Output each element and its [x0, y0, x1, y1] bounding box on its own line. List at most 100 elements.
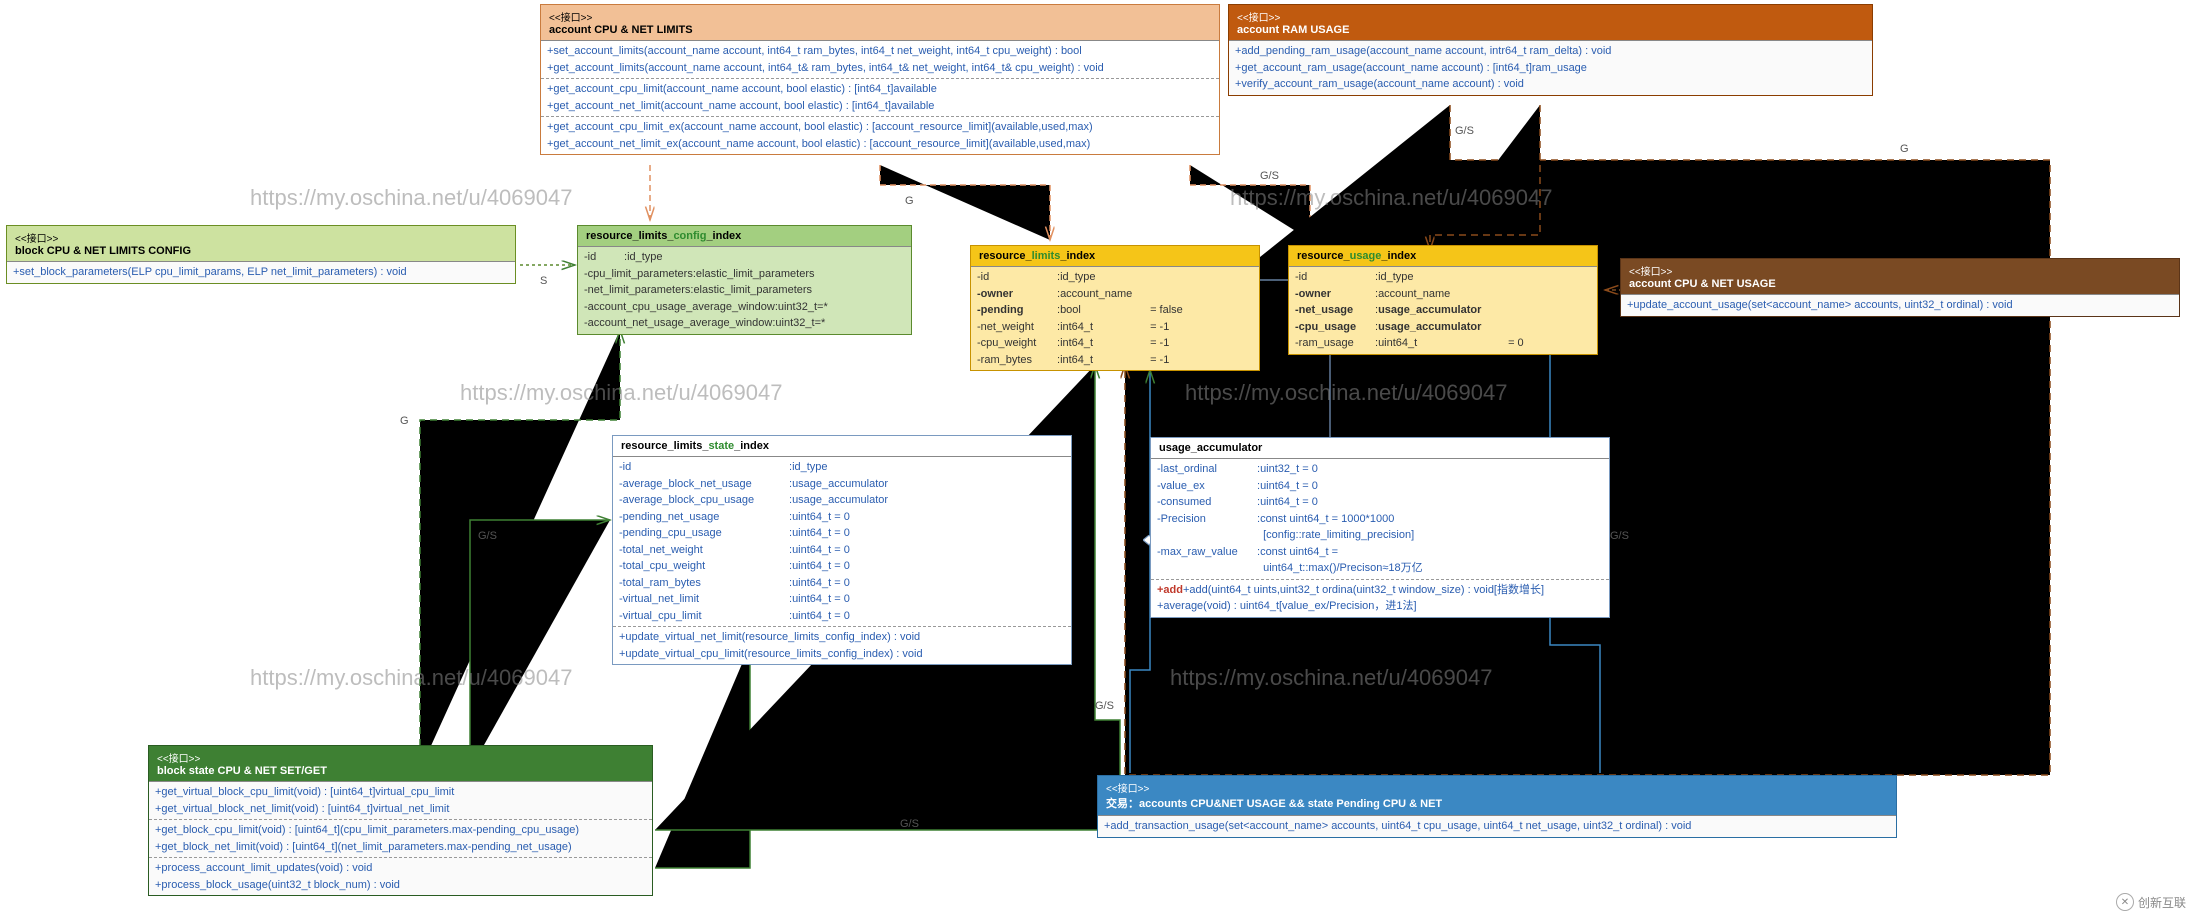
class-title: block state CPU & NET SET/GET — [157, 765, 644, 777]
edge-label: S — [540, 275, 547, 287]
attr-type: uint64_t — [1378, 335, 1508, 352]
attr-type: uint64_t = 0 — [792, 542, 850, 559]
attr-type: account_name — [1378, 286, 1450, 303]
op: +process_block_usage(uint32_t block_num)… — [155, 877, 646, 894]
attr-type: uint64_t = 0 — [1260, 478, 1318, 495]
class-config-index: resource_limits_config_index -id : id_ty… — [577, 225, 912, 335]
attr-type: id_type — [627, 249, 662, 266]
attr: -total_cpu_weight — [619, 558, 789, 575]
op: +update_virtual_net_limit(resource_limit… — [619, 629, 1065, 646]
attr-type: uint64_t = 0 — [792, 525, 850, 542]
title-part: _index — [734, 440, 769, 452]
class-account-cpu-net-usage: <<接口>> account CPU & NET USAGE +update_a… — [1620, 258, 2180, 317]
attr-val: = -1 — [1150, 352, 1169, 369]
attr-type: uint64_t = 0 — [792, 558, 850, 575]
attr-type: uint64_t::max()/Precison≈18万亿 — [1263, 560, 1423, 577]
attr: -average_block_cpu_usage — [619, 492, 789, 509]
op: +get_virtual_block_cpu_limit(void) : [ui… — [155, 784, 646, 801]
op: +get_block_net_limit(void) : [uint64_t](… — [155, 839, 646, 856]
op: +get_account_cpu_limit_ex(account_name a… — [547, 119, 1213, 136]
edge-label: G/S — [1095, 700, 1114, 712]
attr: -consumed — [1157, 494, 1257, 511]
op: +get_virtual_block_net_limit(void) : [ui… — [155, 801, 646, 818]
edge-label: G/S — [1455, 125, 1474, 137]
class-usage-index: resource_usage_index -id : id_type -owne… — [1288, 245, 1598, 355]
op: +update_virtual_cpu_limit(resource_limit… — [619, 646, 1065, 663]
class-account-ram-usage: <<接口>> account RAM USAGE +add_pending_ra… — [1228, 4, 1873, 96]
class-block-state-set-get: <<接口>> block state CPU & NET SET/GET +ge… — [148, 745, 653, 896]
title-part: usage — [1350, 250, 1382, 262]
attr-type: account_name — [1060, 286, 1150, 303]
class-title: 交易：accounts CPU&NET USAGE && state Pendi… — [1106, 795, 1888, 811]
class-limits-index: resource_limits_index -id : id_type -own… — [970, 245, 1260, 371]
attr: -virtual_cpu_limit — [619, 608, 789, 625]
op: +verify_account_ram_usage(account_name a… — [1235, 76, 1866, 93]
attr-type: uint64_t = 0 — [792, 608, 850, 625]
watermark: https://my.oschina.net/u/4069047 — [1185, 380, 1507, 406]
attr: -virtual_net_limit — [619, 591, 789, 608]
attr: -id — [977, 269, 1057, 286]
attr: -pending — [977, 302, 1057, 319]
attr-val: = 0 — [1508, 335, 1524, 352]
edge-label: G — [1900, 143, 1909, 155]
attr: -total_net_weight — [619, 542, 789, 559]
class-state-index: resource_limits_state_index -id : id_typ… — [612, 435, 1072, 665]
attr: -net_usage — [1295, 302, 1375, 319]
title-part: _index — [706, 230, 741, 242]
attr: -id — [584, 249, 624, 266]
edge-label: G/S — [1610, 530, 1629, 542]
watermark: https://my.oschina.net/u/4069047 — [250, 185, 572, 211]
edge-label: G/S — [900, 818, 919, 830]
attr-type: id_type — [1060, 269, 1150, 286]
attr-val: = -1 — [1150, 319, 1169, 336]
attr-type: id_type — [1378, 269, 1413, 286]
op: +get_block_cpu_limit(void) : [uint64_t](… — [155, 822, 646, 839]
attr-type: elastic_limit_parameters — [696, 266, 815, 283]
op: +get_account_net_limit(account_name acco… — [547, 98, 1213, 115]
attr: -value_ex — [1157, 478, 1257, 495]
stereotype: <<接口>> — [15, 230, 507, 245]
stereotype: <<接口>> — [1237, 9, 1864, 24]
op: +add(uint64_t uints,uint32_t ordina(uint… — [1183, 584, 1544, 596]
attr-type: uint32_t = 0 — [1260, 461, 1318, 478]
class-title: account RAM USAGE — [1237, 24, 1864, 36]
title-part: _index — [1060, 250, 1095, 262]
op: +get_account_net_limit_ex(account_name a… — [547, 136, 1213, 153]
attr-type: usage_accumulator — [792, 492, 888, 509]
title-part: limits — [1032, 250, 1061, 262]
attr-type: elastic_limit_parameters — [693, 282, 812, 299]
watermark: https://my.oschina.net/u/4069047 — [250, 665, 572, 691]
attr: -cpu_weight — [977, 335, 1057, 352]
op: +add_transaction_usage(set<account_name>… — [1104, 818, 1890, 835]
op: +get_account_limits(account_name account… — [547, 60, 1213, 77]
watermark: https://my.oschina.net/u/4069047 — [1230, 185, 1552, 211]
attr: -owner — [1295, 286, 1375, 303]
attr-val: = false — [1150, 302, 1183, 319]
attr: -total_ram_bytes — [619, 575, 789, 592]
op: +update_account_usage(set<account_name> … — [1627, 297, 2173, 314]
attr: -cpu_limit_parameters — [584, 266, 693, 283]
op: +set_account_limits(account_name account… — [547, 43, 1213, 60]
edge-label: G — [905, 195, 914, 207]
op: +set_block_parameters(ELP cpu_limit_para… — [13, 264, 509, 281]
attr: -ram_usage — [1295, 335, 1375, 352]
edge-label: G/S — [478, 530, 497, 542]
attr-type: int64_t — [1060, 319, 1150, 336]
class-title: usage_accumulator — [1151, 438, 1609, 459]
class-usage-accumulator: usage_accumulator -last_ordinal : uint32… — [1150, 437, 1610, 618]
op: +get_account_cpu_limit(account_name acco… — [547, 81, 1213, 98]
attr: -max_raw_value — [1157, 544, 1257, 561]
title-part: resource_ — [979, 250, 1032, 262]
attr-type: uint64_t = 0 — [792, 575, 850, 592]
attr-type: const uint64_t = 1000*1000 — [1260, 511, 1394, 528]
attr: -cpu_usage — [1295, 319, 1375, 336]
attr: -pending_cpu_usage — [619, 525, 789, 542]
stereotype: <<接口>> — [1106, 780, 1888, 795]
watermark: https://my.oschina.net/u/4069047 — [1170, 665, 1492, 691]
attr: -account_cpu_usage_average_window — [584, 299, 775, 316]
op: +get_account_ram_usage(account_name acco… — [1235, 60, 1866, 77]
class-title: block CPU & NET LIMITS CONFIG — [15, 245, 507, 257]
attr: -account_net_usage_average_window — [584, 315, 772, 332]
op: +average(void) : uint64_t[value_ex/Preci… — [1157, 598, 1603, 615]
attr-type: usage_accumulator — [792, 476, 888, 493]
